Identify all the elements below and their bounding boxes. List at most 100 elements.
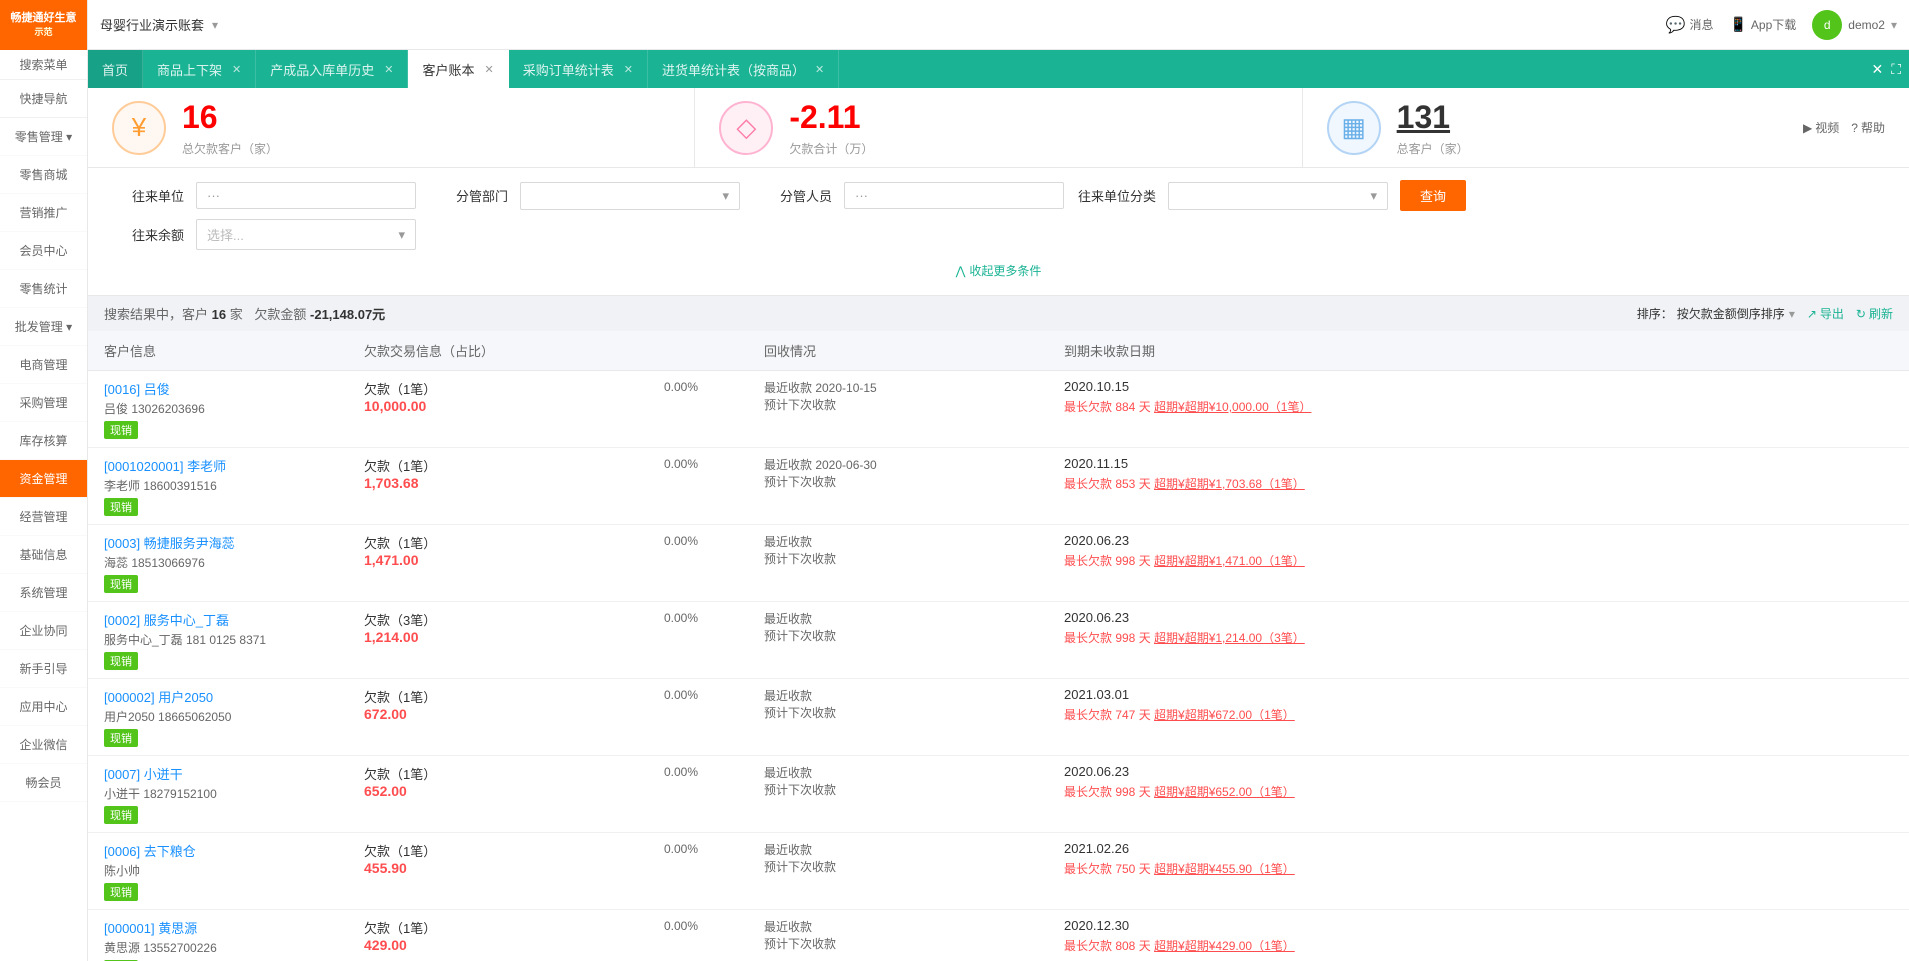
customer-name-link[interactable]: 畅捷服务尹海蕊: [144, 536, 235, 551]
tab-product-history-close[interactable]: ✕: [384, 63, 393, 76]
help-btn[interactable]: ? 帮助: [1851, 119, 1885, 136]
tab-product-history[interactable]: 产成品入库单历史 ✕: [256, 50, 408, 88]
query-button[interactable]: 查询: [1400, 180, 1466, 211]
overdue-info: 最长欠款 998 天 超期¥超期¥1,471.00（1笔）: [1064, 552, 1893, 569]
close-all-icon[interactable]: ✕: [1871, 61, 1883, 78]
dept-select[interactable]: ▾: [520, 182, 740, 210]
chevron-down-icon: ▾: [66, 320, 72, 334]
balance-select[interactable]: 选择... ▾: [196, 219, 416, 250]
overdue-link[interactable]: 超期¥超期¥1,471.00（1笔）: [1154, 554, 1305, 568]
export-btn[interactable]: ↗ 导出: [1807, 305, 1844, 322]
basic-label: 基础信息: [19, 548, 67, 562]
sidebar-item-apps[interactable]: 应用中心: [0, 688, 87, 726]
next-collect: 预计下次收款: [764, 858, 1032, 875]
sidebar-item-retail-mall[interactable]: 零售商城: [0, 156, 87, 194]
sort-select[interactable]: 排序： 按欠款金额倒序排序 ▾: [1637, 305, 1795, 322]
sidebar-item-vip[interactable]: 畅会员: [0, 764, 87, 802]
debt-ratio-cell: 0.00%: [648, 448, 748, 525]
video-icon: ▶: [1803, 121, 1812, 135]
customer-name-link[interactable]: 去下粮仓: [144, 844, 196, 859]
customer-name-link[interactable]: 吕俊: [144, 382, 170, 397]
source-unit-input[interactable]: ···: [196, 182, 416, 209]
tab-purchase-order-close[interactable]: ✕: [624, 63, 633, 76]
tab-purchase-order[interactable]: 采购订单统计表 ✕: [509, 50, 648, 88]
sidebar-item-purchase[interactable]: 采购管理: [0, 384, 87, 422]
debt-ratio: 0.00%: [664, 457, 698, 471]
overdue-link[interactable]: 超期¥超期¥652.00（1笔）: [1154, 785, 1295, 799]
sidebar-item-retail-stats[interactable]: 零售统计: [0, 270, 87, 308]
sidebar-item-biz[interactable]: 经营管理: [0, 498, 87, 536]
overdue-link[interactable]: 超期¥超期¥672.00（1笔）: [1154, 708, 1295, 722]
sidebar-item-enterprise[interactable]: 企业协同: [0, 612, 87, 650]
system-label: 系统管理: [19, 586, 67, 600]
sidebar-item-finance[interactable]: 资金管理: [0, 460, 87, 498]
sidebar-item-corp-wechat[interactable]: 企业微信: [0, 726, 87, 764]
app-logo[interactable]: 畅捷通好生意 示范: [0, 0, 87, 50]
unit-classify-select[interactable]: ▾: [1168, 182, 1388, 210]
debt-ratio: 0.00%: [664, 688, 698, 702]
stat-debt-count-value: 16: [182, 99, 278, 136]
customer-info-cell: [0016] 吕俊 吕俊 13026203696 现销: [88, 371, 348, 448]
customer-code[interactable]: [000002]: [104, 690, 155, 705]
customer-code[interactable]: [0002]: [104, 613, 140, 628]
sidebar-item-ecommerce[interactable]: 电商管理: [0, 346, 87, 384]
due-date-cell: 2020.06.23 最长欠款 998 天 超期¥超期¥1,471.00（1笔）: [1048, 525, 1909, 602]
tab-home[interactable]: 首页: [88, 50, 143, 88]
overdue-link[interactable]: 超期¥超期¥429.00（1笔）: [1154, 939, 1295, 953]
sidebar-item-batch-mgmt[interactable]: 批发管理 ▾: [0, 308, 87, 346]
sidebar-item-marketing[interactable]: 营销推广: [0, 194, 87, 232]
sidebar-item-system[interactable]: 系统管理: [0, 574, 87, 612]
balance-label: 往来余额: [104, 225, 184, 244]
debt-amount: 652.00: [364, 783, 632, 799]
customer-code[interactable]: [0003]: [104, 536, 140, 551]
due-date-value: 2020.06.23: [1064, 533, 1893, 548]
person-input[interactable]: ···: [844, 182, 1064, 209]
refresh-btn[interactable]: ↻ 刷新: [1856, 305, 1893, 322]
next-collect: 预计下次收款: [764, 550, 1032, 567]
customer-code[interactable]: [000001]: [104, 921, 155, 936]
tab-product-listing-close[interactable]: ✕: [232, 63, 241, 76]
tab-stock-summary[interactable]: 进货单统计表（按商品） ✕: [648, 50, 839, 88]
due-date-value: 2020.06.23: [1064, 764, 1893, 779]
sidebar-item-inventory[interactable]: 库存核算: [0, 422, 87, 460]
sidebar-item-member[interactable]: 会员中心: [0, 232, 87, 270]
message-btn[interactable]: 💬 消息: [1666, 15, 1714, 35]
sidebar-item-basic[interactable]: 基础信息: [0, 536, 87, 574]
customer-tag: 现销: [104, 421, 138, 439]
overdue-link[interactable]: 超期¥超期¥1,214.00（3笔）: [1154, 631, 1305, 645]
debt-info-cell: 欠款（1笔） 455.90: [348, 833, 648, 910]
customer-code[interactable]: [0016]: [104, 382, 140, 397]
customer-name-link[interactable]: 服务中心_丁磊: [144, 613, 229, 628]
tab-product-listing-label: 商品上下架: [157, 60, 222, 79]
search-menu[interactable]: 搜索菜单: [0, 50, 87, 80]
sidebar-item-newbie[interactable]: 新手引导: [0, 650, 87, 688]
debt-info-cell: 欠款（1笔） 1,703.68: [348, 448, 648, 525]
customer-name-link[interactable]: 小迸干: [144, 767, 183, 782]
help-label: 帮助: [1861, 119, 1885, 136]
tab-customer-account-close[interactable]: ✕: [485, 63, 494, 76]
tab-customer-account[interactable]: 客户账本 ✕: [408, 50, 508, 88]
stat-debt-customers: ¥ 16 总欠款客户（家）: [88, 88, 695, 167]
user-menu[interactable]: d demo2 ▾: [1812, 10, 1897, 40]
search-menu-label: 搜索菜单: [19, 58, 67, 72]
overdue-link[interactable]: 超期¥超期¥455.90（1笔）: [1154, 862, 1295, 876]
expand-icon[interactable]: ⛶: [1891, 61, 1901, 78]
customer-code[interactable]: [0006]: [104, 844, 140, 859]
customer-name-link[interactable]: 李老师: [187, 459, 226, 474]
col-due-date: 到期未收款日期: [1048, 331, 1909, 371]
overdue-info: 最长欠款 747 天 超期¥超期¥672.00（1笔）: [1064, 706, 1893, 723]
tab-stock-summary-close[interactable]: ✕: [815, 63, 824, 76]
customer-code[interactable]: [0001020001]: [104, 459, 184, 474]
app-download-btn[interactable]: 📱 App下载: [1729, 16, 1796, 33]
customer-name-link[interactable]: 用户2050: [158, 690, 213, 705]
batch-mgmt-label: 批发管理: [15, 320, 63, 334]
tab-product-listing[interactable]: 商品上下架 ✕: [143, 50, 256, 88]
overdue-link[interactable]: 超期¥超期¥10,000.00（1笔）: [1154, 400, 1311, 414]
quick-nav[interactable]: 快捷导航: [0, 80, 87, 118]
overdue-link[interactable]: 超期¥超期¥1,703.68（1笔）: [1154, 477, 1305, 491]
customer-code[interactable]: [0007]: [104, 767, 140, 782]
sidebar-item-retail-mgmt[interactable]: 零售管理 ▾: [0, 118, 87, 156]
view-btn[interactable]: ▶ 视频: [1803, 119, 1839, 136]
collapse-button[interactable]: ⋀ 收起更多条件: [956, 262, 1042, 279]
customer-name-link[interactable]: 黄思源: [158, 921, 197, 936]
